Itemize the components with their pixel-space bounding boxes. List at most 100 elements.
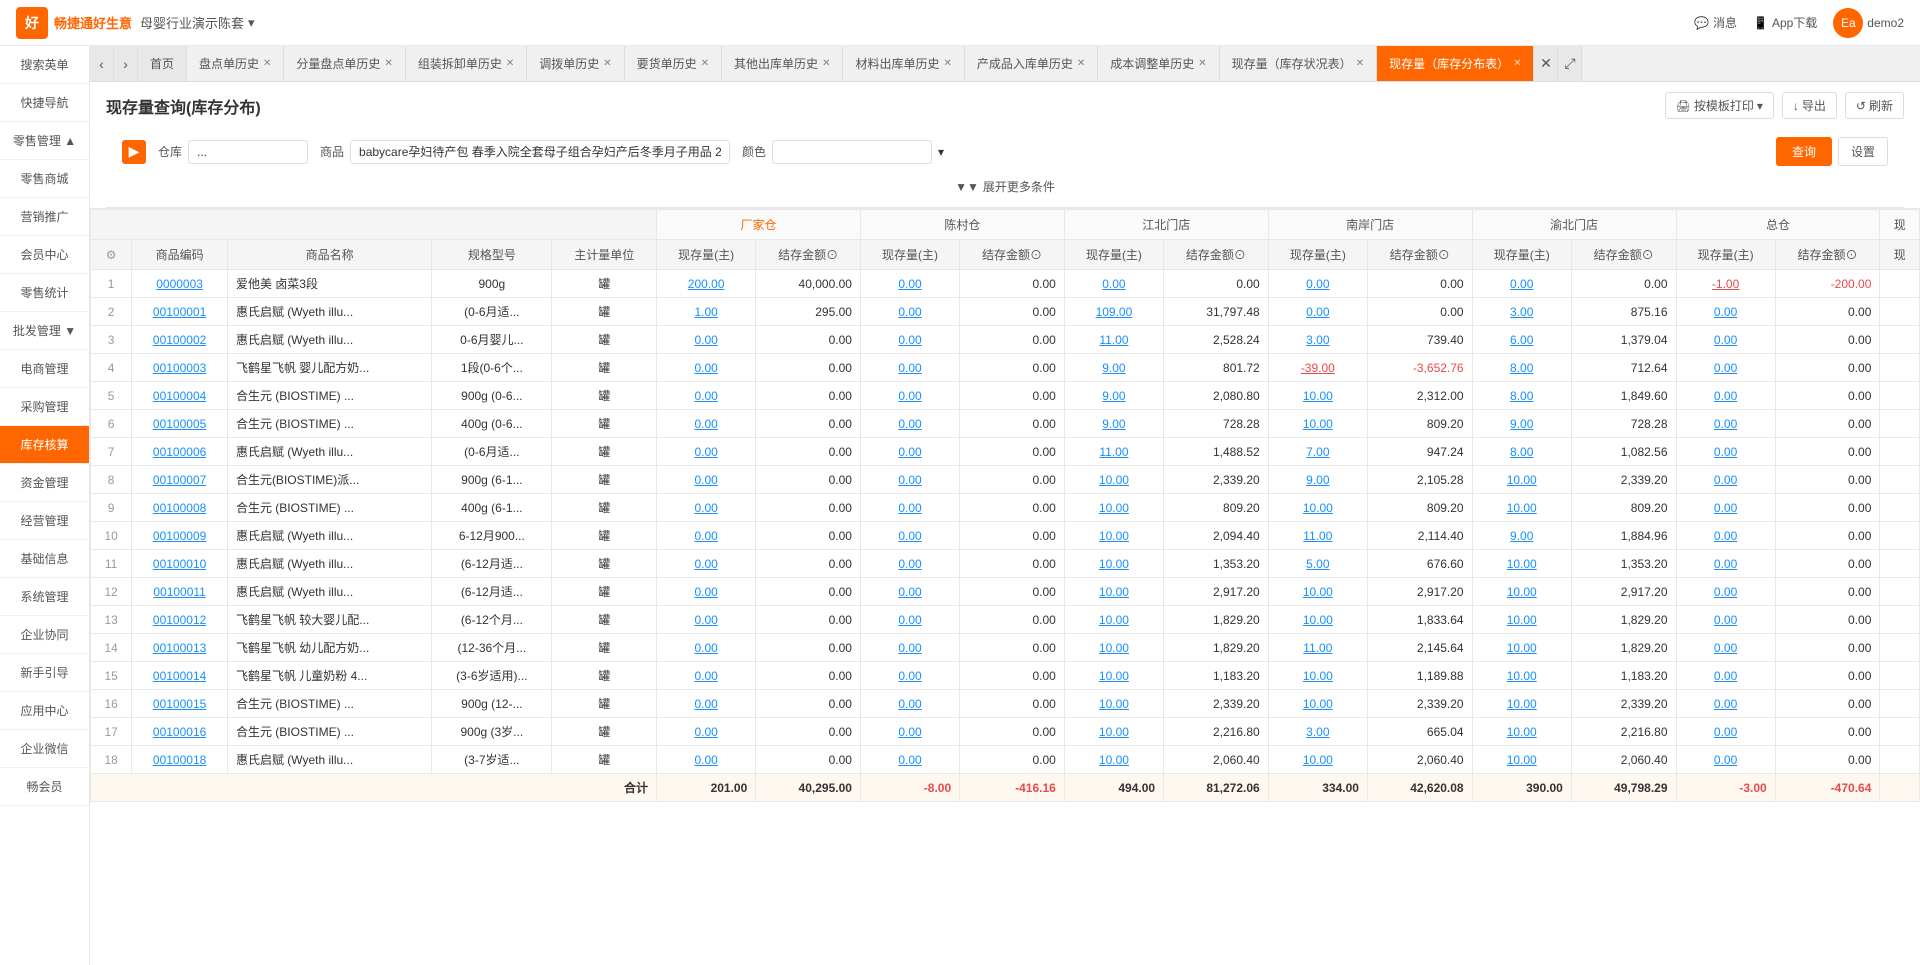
cell-na-qty[interactable]: 10.00	[1268, 578, 1367, 606]
cell-chen-qty[interactable]: 0.00	[860, 550, 959, 578]
cell-yb-qty[interactable]: 10.00	[1472, 466, 1571, 494]
cell-yb-qty[interactable]: 8.00	[1472, 382, 1571, 410]
cell-factory-qty[interactable]: 0.00	[657, 662, 756, 690]
gear-icon[interactable]: ⚙	[106, 248, 117, 262]
cell-factory-qty[interactable]: 0.00	[657, 578, 756, 606]
cell-factory-qty[interactable]: 0.00	[657, 326, 756, 354]
cell-chen-qty[interactable]: 0.00	[860, 718, 959, 746]
cell-yb-qty[interactable]: 8.00	[1472, 438, 1571, 466]
cell-code[interactable]: 00100009	[132, 522, 228, 550]
sidebar-item-wholesale[interactable]: 批发管理 ▼	[0, 312, 89, 350]
cell-factory-qty[interactable]: 0.00	[657, 690, 756, 718]
close-icon[interactable]: ✕	[384, 58, 392, 69]
color-input[interactable]	[772, 140, 932, 164]
cell-chen-qty[interactable]: 0.00	[860, 466, 959, 494]
sidebar-item-purchase[interactable]: 采购管理	[0, 388, 89, 426]
export-btn[interactable]: ↓ 导出	[1782, 92, 1837, 119]
cell-yb-qty[interactable]: 6.00	[1472, 326, 1571, 354]
sidebar-item-member2[interactable]: 畅会员	[0, 768, 89, 806]
cell-factory-qty[interactable]: 0.00	[657, 522, 756, 550]
sidebar-item-basic-info[interactable]: 基础信息	[0, 540, 89, 578]
cell-total-qty[interactable]: 0.00	[1676, 466, 1775, 494]
cell-code[interactable]: 00100016	[132, 718, 228, 746]
cell-na-qty[interactable]: 10.00	[1268, 690, 1367, 718]
cell-total-qty[interactable]: 0.00	[1676, 522, 1775, 550]
cell-code[interactable]: 00100013	[132, 634, 228, 662]
cell-code[interactable]: 00100011	[132, 578, 228, 606]
cell-code[interactable]: 00100002	[132, 326, 228, 354]
cell-factory-qty[interactable]: 0.00	[657, 354, 756, 382]
search-btn[interactable]: 查询	[1776, 137, 1832, 166]
cell-total-qty[interactable]: 0.00	[1676, 382, 1775, 410]
cell-factory-qty[interactable]: 0.00	[657, 606, 756, 634]
cell-yb-qty[interactable]: 3.00	[1472, 298, 1571, 326]
cell-chen-qty[interactable]: 0.00	[860, 634, 959, 662]
cell-na-qty[interactable]: 11.00	[1268, 522, 1367, 550]
tab-close-all-btn[interactable]: ✕	[1534, 46, 1558, 81]
tab-home[interactable]: 首页	[138, 46, 187, 81]
tab-stock-status[interactable]: 现存量（库存状况表） ✕	[1220, 46, 1377, 81]
close-icon[interactable]: ✕	[943, 58, 951, 69]
cell-jb-qty[interactable]: 10.00	[1064, 578, 1163, 606]
tab-partial-check[interactable]: 分量盘点单历史 ✕	[284, 46, 405, 81]
cell-yb-qty[interactable]: 10.00	[1472, 718, 1571, 746]
cell-chen-qty[interactable]: 0.00	[860, 662, 959, 690]
close-icon[interactable]: ✕	[263, 58, 271, 69]
print-btn[interactable]: 🖨 按模板打印 ▾	[1665, 92, 1774, 119]
cell-yb-qty[interactable]: 10.00	[1472, 662, 1571, 690]
cell-jb-qty[interactable]: 10.00	[1064, 522, 1163, 550]
cell-chen-qty[interactable]: 0.00	[860, 354, 959, 382]
tab-stock-dist[interactable]: 现存量（库存分布表） ✕	[1377, 46, 1534, 81]
cell-total-qty[interactable]: 0.00	[1676, 410, 1775, 438]
th-gear[interactable]: ⚙	[91, 240, 132, 270]
close-icon[interactable]: ✕	[1356, 58, 1364, 69]
cell-na-qty[interactable]: 10.00	[1268, 606, 1367, 634]
cell-na-qty[interactable]: 0.00	[1268, 298, 1367, 326]
close-icon[interactable]: ✕	[822, 58, 830, 69]
sidebar-item-nav[interactable]: 快捷导航	[0, 84, 89, 122]
product-input[interactable]	[350, 140, 730, 164]
cell-total-qty[interactable]: 0.00	[1676, 746, 1775, 774]
close-icon[interactable]: ✕	[506, 58, 514, 69]
cell-yb-qty[interactable]: 10.00	[1472, 746, 1571, 774]
cell-jb-qty[interactable]: 10.00	[1064, 634, 1163, 662]
cell-factory-qty[interactable]: 200.00	[657, 270, 756, 298]
cell-jb-qty[interactable]: 10.00	[1064, 746, 1163, 774]
cell-chen-qty[interactable]: 0.00	[860, 326, 959, 354]
cell-total-qty[interactable]: 0.00	[1676, 718, 1775, 746]
store-selector[interactable]: 母婴行业演示陈套 ▾	[140, 13, 255, 32]
cell-code[interactable]: 00100003	[132, 354, 228, 382]
sidebar-item-system[interactable]: 系统管理	[0, 578, 89, 616]
cell-code[interactable]: 00100010	[132, 550, 228, 578]
cell-na-qty[interactable]: 10.00	[1268, 410, 1367, 438]
setting-btn[interactable]: 设置	[1838, 137, 1888, 166]
close-icon[interactable]: ✕	[701, 58, 709, 69]
cell-code[interactable]: 00100015	[132, 690, 228, 718]
cell-code[interactable]: 00100005	[132, 410, 228, 438]
cell-factory-qty[interactable]: 0.00	[657, 382, 756, 410]
cell-total-qty[interactable]: 0.00	[1676, 494, 1775, 522]
sidebar-item-guide[interactable]: 新手引导	[0, 654, 89, 692]
cell-yb-qty[interactable]: 10.00	[1472, 550, 1571, 578]
cell-jb-qty[interactable]: 10.00	[1064, 494, 1163, 522]
cell-chen-qty[interactable]: 0.00	[860, 606, 959, 634]
cell-yb-qty[interactable]: 9.00	[1472, 410, 1571, 438]
cell-code[interactable]: 00100007	[132, 466, 228, 494]
cell-jb-qty[interactable]: 109.00	[1064, 298, 1163, 326]
user-action[interactable]: Ea demo2	[1833, 8, 1904, 38]
cell-jb-qty[interactable]: 10.00	[1064, 690, 1163, 718]
tab-other-out[interactable]: 其他出库单历史 ✕	[722, 46, 843, 81]
cell-total-qty[interactable]: 0.00	[1676, 690, 1775, 718]
cell-jb-qty[interactable]: 0.00	[1064, 270, 1163, 298]
cell-yb-qty[interactable]: 9.00	[1472, 522, 1571, 550]
cell-chen-qty[interactable]: 0.00	[860, 438, 959, 466]
cell-factory-qty[interactable]: 0.00	[657, 466, 756, 494]
cell-code[interactable]: 00100012	[132, 606, 228, 634]
cell-factory-qty[interactable]: 0.00	[657, 438, 756, 466]
cell-total-qty[interactable]: 0.00	[1676, 298, 1775, 326]
cell-code[interactable]: 00100004	[132, 382, 228, 410]
app-download-action[interactable]: 📱 App下载	[1753, 14, 1817, 31]
cell-na-qty[interactable]: -39.00	[1268, 354, 1367, 382]
tab-assemble[interactable]: 组装拆卸单历史 ✕	[406, 46, 527, 81]
cell-jb-qty[interactable]: 11.00	[1064, 326, 1163, 354]
